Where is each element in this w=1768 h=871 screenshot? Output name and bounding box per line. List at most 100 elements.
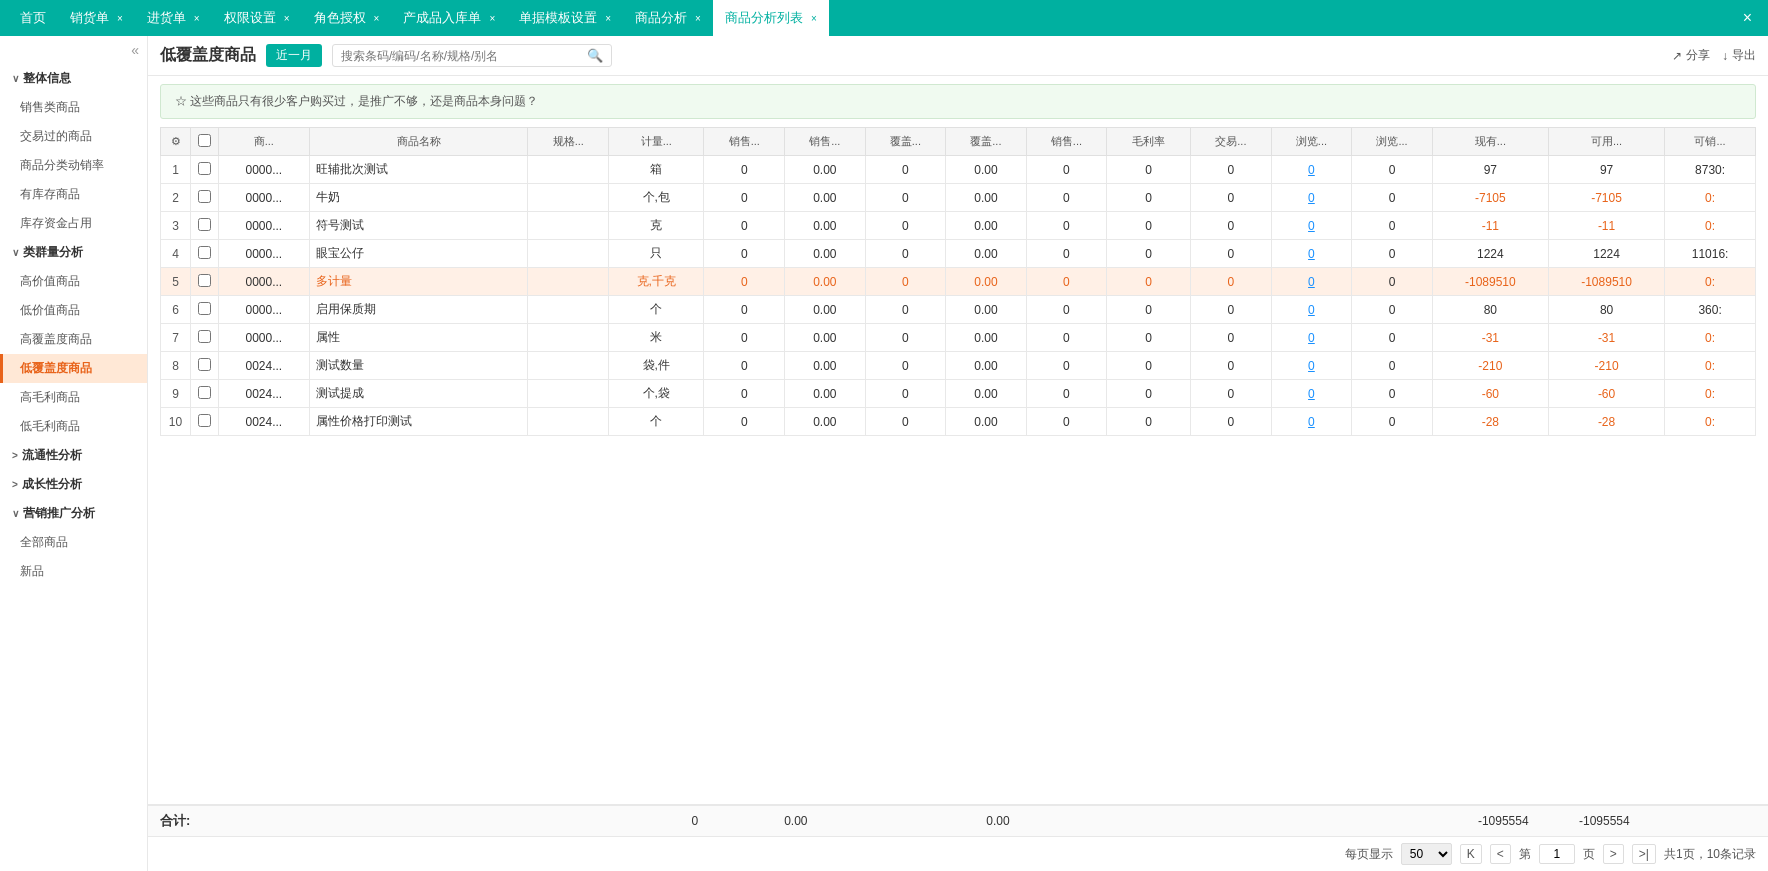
sidebar-item-new-goods[interactable]: 新品: [0, 557, 147, 586]
browse1-link[interactable]: 0: [1308, 303, 1315, 317]
row-checkbox[interactable]: [191, 240, 219, 268]
sidebar-item-low-margin[interactable]: 低毛利商品: [0, 412, 147, 441]
nav-purchase-close[interactable]: ×: [194, 13, 200, 24]
sidebar-item-high-value[interactable]: 高价值商品: [0, 267, 147, 296]
sidebar-item-traded-goods[interactable]: 交易过的商品: [0, 122, 147, 151]
col-browse1-header: 浏览...: [1271, 128, 1352, 156]
row-browse1[interactable]: 0: [1271, 240, 1352, 268]
row-sales3: 0: [1026, 408, 1107, 436]
nav-sales-close[interactable]: ×: [117, 13, 123, 24]
sidebar-item-high-coverage[interactable]: 高覆盖度商品: [0, 325, 147, 354]
search-input[interactable]: [341, 49, 583, 63]
nav-warehouse[interactable]: 产成品入库单 ×: [391, 0, 507, 36]
row-checkbox[interactable]: [191, 296, 219, 324]
row-sales1: 0: [704, 324, 785, 352]
sidebar-group-overall[interactable]: ∨ 整体信息: [0, 64, 147, 93]
nav-roles-close[interactable]: ×: [374, 13, 380, 24]
sidebar-item-high-margin[interactable]: 高毛利商品: [0, 383, 147, 412]
row-select-checkbox[interactable]: [198, 162, 211, 175]
nav-analysis-list[interactable]: 商品分析列表 ×: [713, 0, 829, 36]
browse1-link[interactable]: 0: [1308, 331, 1315, 345]
nav-analysis-close[interactable]: ×: [695, 13, 701, 24]
row-checkbox[interactable]: [191, 156, 219, 184]
row-browse1[interactable]: 0: [1271, 408, 1352, 436]
sidebar-item-stocked-goods[interactable]: 有库存商品: [0, 180, 147, 209]
export-button[interactable]: ↓ 导出: [1722, 47, 1756, 64]
row-browse1[interactable]: 0: [1271, 380, 1352, 408]
row-cover1: 0: [865, 240, 946, 268]
row-browse1[interactable]: 0: [1271, 324, 1352, 352]
sidebar-item-sales-goods[interactable]: 销售类商品: [0, 93, 147, 122]
nav-sales-label: 销货单: [70, 9, 109, 27]
table-footer: 合计: 0 0.00 0.00 -1095554 -1095554: [148, 804, 1768, 836]
per-page-select[interactable]: 50 20 100 200: [1401, 843, 1452, 865]
sidebar-collapse-button[interactable]: «: [0, 36, 147, 64]
first-page-button[interactable]: K: [1460, 844, 1482, 864]
row-browse1[interactable]: 0: [1271, 184, 1352, 212]
browse1-link[interactable]: 0: [1308, 275, 1315, 289]
nav-purchase-label: 进货单: [147, 9, 186, 27]
nav-permissions-close[interactable]: ×: [284, 13, 290, 24]
col-checkbox-header[interactable]: [191, 128, 219, 156]
row-spec: [528, 296, 609, 324]
row-select-checkbox[interactable]: [198, 358, 211, 371]
time-filter-button[interactable]: 近一月: [266, 44, 322, 67]
browse1-link[interactable]: 0: [1308, 415, 1315, 429]
nav-roles[interactable]: 角色授权 ×: [302, 0, 392, 36]
row-select-checkbox[interactable]: [198, 302, 211, 315]
row-select-checkbox[interactable]: [198, 274, 211, 287]
window-close-button[interactable]: ×: [1735, 9, 1760, 27]
nav-warehouse-close[interactable]: ×: [489, 13, 495, 24]
sidebar-item-low-value[interactable]: 低价值商品: [0, 296, 147, 325]
nav-purchase[interactable]: 进货单 ×: [135, 0, 212, 36]
row-gross: 0: [1107, 408, 1191, 436]
row-checkbox[interactable]: [191, 352, 219, 380]
nav-analysis-list-close[interactable]: ×: [811, 13, 817, 24]
row-checkbox[interactable]: [191, 324, 219, 352]
sidebar-group-marketing[interactable]: ∨ 营销推广分析: [0, 499, 147, 528]
sidebar-item-all-goods[interactable]: 全部商品: [0, 528, 147, 557]
nav-templates-close[interactable]: ×: [605, 13, 611, 24]
page-number-input[interactable]: [1539, 844, 1575, 864]
sidebar-group-growth[interactable]: > 成长性分析: [0, 470, 147, 499]
browse1-link[interactable]: 0: [1308, 219, 1315, 233]
sidebar-item-low-coverage[interactable]: 低覆盖度商品: [0, 354, 147, 383]
row-checkbox[interactable]: [191, 184, 219, 212]
browse1-link[interactable]: 0: [1308, 247, 1315, 261]
row-select-checkbox[interactable]: [198, 190, 211, 203]
row-browse1[interactable]: 0: [1271, 156, 1352, 184]
sidebar-item-stock-capital[interactable]: 库存资金占用: [0, 209, 147, 238]
row-checkbox[interactable]: [191, 380, 219, 408]
col-settings[interactable]: ⚙: [161, 128, 191, 156]
nav-sales[interactable]: 销货单 ×: [58, 0, 135, 36]
row-checkbox[interactable]: [191, 408, 219, 436]
row-select-checkbox[interactable]: [198, 414, 211, 427]
nav-permissions[interactable]: 权限设置 ×: [212, 0, 302, 36]
sidebar-group-cluster[interactable]: ∨ 类群量分析: [0, 238, 147, 267]
sidebar-group-liquidity[interactable]: > 流通性分析: [0, 441, 147, 470]
row-browse2: 0: [1352, 380, 1433, 408]
prev-page-button[interactable]: <: [1490, 844, 1511, 864]
row-browse1[interactable]: 0: [1271, 352, 1352, 380]
sidebar-item-category-rate[interactable]: 商品分类动销率: [0, 151, 147, 180]
row-browse1[interactable]: 0: [1271, 212, 1352, 240]
row-checkbox[interactable]: [191, 268, 219, 296]
row-select-checkbox[interactable]: [198, 386, 211, 399]
select-all-checkbox[interactable]: [198, 134, 211, 147]
browse1-link[interactable]: 0: [1308, 359, 1315, 373]
row-select-checkbox[interactable]: [198, 330, 211, 343]
row-select-checkbox[interactable]: [198, 218, 211, 231]
last-page-button[interactable]: >|: [1632, 844, 1656, 864]
browse1-link[interactable]: 0: [1308, 387, 1315, 401]
share-button[interactable]: ↗ 分享: [1672, 47, 1710, 64]
nav-analysis[interactable]: 商品分析 ×: [623, 0, 713, 36]
next-page-button[interactable]: >: [1603, 844, 1624, 864]
row-select-checkbox[interactable]: [198, 246, 211, 259]
browse1-link[interactable]: 0: [1308, 191, 1315, 205]
browse1-link[interactable]: 0: [1308, 163, 1315, 177]
row-browse1[interactable]: 0: [1271, 296, 1352, 324]
nav-home[interactable]: 首页: [8, 0, 58, 36]
row-checkbox[interactable]: [191, 212, 219, 240]
nav-templates[interactable]: 单据模板设置 ×: [507, 0, 623, 36]
row-browse1[interactable]: 0: [1271, 268, 1352, 296]
